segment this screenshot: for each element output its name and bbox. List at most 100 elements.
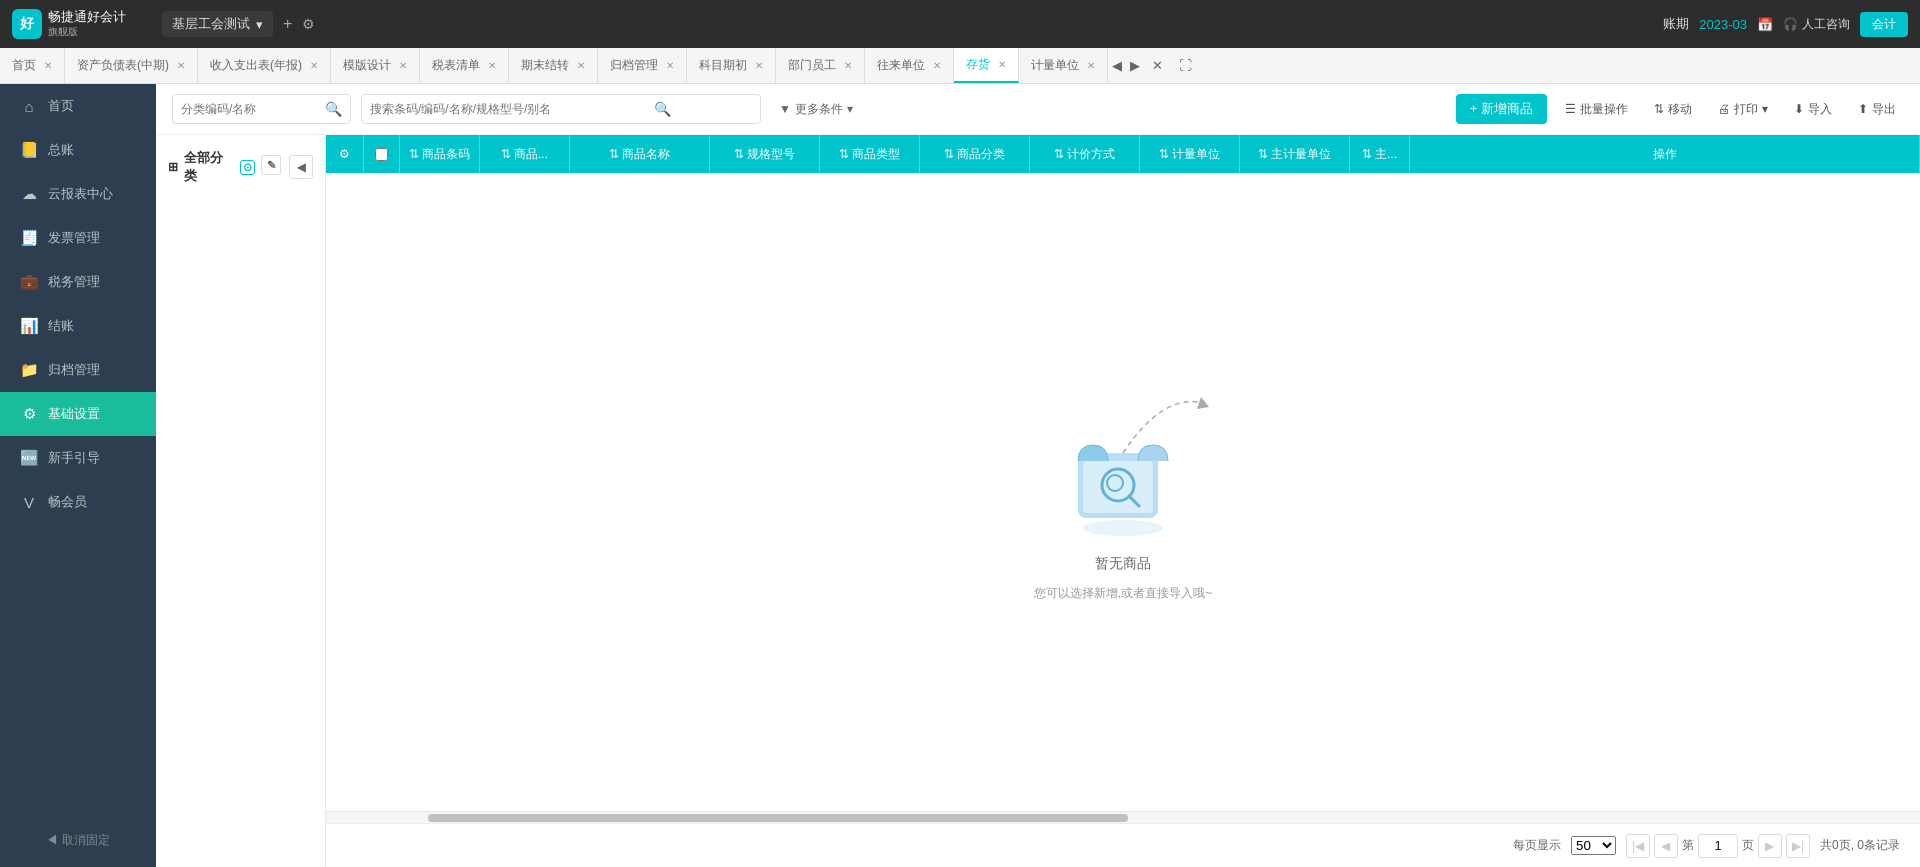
- sidebar-item-settle[interactable]: 📊 结账: [0, 304, 156, 348]
- import-icon: ⬇: [1794, 102, 1804, 116]
- page-number-input[interactable]: [1698, 834, 1738, 858]
- cancel-fixed-button[interactable]: ◀ 取消固定: [10, 824, 146, 857]
- sidebar-item-tax[interactable]: 💼 税务管理: [0, 260, 156, 304]
- edit-category-button[interactable]: ✎: [261, 155, 281, 175]
- tab-unit[interactable]: 计量单位 ✕: [1019, 48, 1108, 83]
- empty-state: 暂无商品 您可以选择新增,或者直接导入哦~: [1033, 383, 1213, 602]
- product-search-icon[interactable]: 🔍: [654, 101, 671, 117]
- horizontal-scrollbar[interactable]: [326, 811, 1920, 823]
- th-product-type[interactable]: ⇅ 商品类型: [820, 135, 920, 173]
- category-search[interactable]: 🔍: [172, 94, 351, 124]
- import-button[interactable]: ⬇ 导入: [1786, 97, 1840, 122]
- close-tab-dept[interactable]: ✕: [844, 60, 852, 71]
- more-filter-button[interactable]: ▼ 更多条件 ▾: [771, 97, 861, 122]
- category-grid-icon: ⊞: [168, 160, 178, 174]
- th-spec[interactable]: ⇅ 规格型号: [710, 135, 820, 173]
- sidebar-item-settings[interactable]: ⚙ 基础设置: [0, 392, 156, 436]
- all-categories[interactable]: ⊞ 全部分类 ⊙ ✎ ◀: [156, 143, 325, 191]
- close-tab-home[interactable]: ✕: [44, 60, 52, 71]
- sidebar-item-guide[interactable]: 🆕 新手引导: [0, 436, 156, 480]
- next-page-button[interactable]: ▶: [1758, 834, 1782, 858]
- th-main-unit[interactable]: ⇅ 主计量单位: [1240, 135, 1350, 173]
- reports-icon: ☁: [20, 185, 38, 203]
- th-barcode[interactable]: ⇅ 商品条码: [400, 135, 480, 173]
- app-edition: 旗舰版: [48, 25, 126, 39]
- print-button[interactable]: 🖨 打印 ▾: [1710, 97, 1776, 122]
- tab-inventory[interactable]: 存货 ✕: [954, 48, 1019, 83]
- company-selector[interactable]: 基层工会测试 ▾: [162, 11, 273, 37]
- sidebar-item-member[interactable]: V 畅会员: [0, 480, 156, 524]
- main-content: ⌂ 首页 📒 总账 ☁ 云报表中心 🧾 发票管理 💼 税务管理 📊 结账 📁 归…: [0, 84, 1920, 867]
- empty-title: 暂无商品: [1095, 555, 1151, 573]
- sidebar-item-home[interactable]: ⌂ 首页: [0, 84, 156, 128]
- th-unit[interactable]: ⇅ 计量单位: [1140, 135, 1240, 173]
- product-search[interactable]: 🔍: [361, 94, 761, 124]
- th-product-code[interactable]: ⇅ 商品...: [480, 135, 570, 173]
- help-button[interactable]: 🎧 人工咨询: [1783, 16, 1850, 33]
- invoice-icon: 🧾: [20, 229, 38, 247]
- sidebar-bottom: ◀ 取消固定: [0, 814, 156, 867]
- settings-icon[interactable]: ⚙: [302, 16, 315, 32]
- close-tab-unit[interactable]: ✕: [1087, 60, 1095, 71]
- sidebar-item-ledger[interactable]: 📒 总账: [0, 128, 156, 172]
- add-product-button[interactable]: + 新增商品: [1456, 94, 1547, 124]
- sidebar-item-archive[interactable]: 📁 归档管理: [0, 348, 156, 392]
- page-navigation: |◀ ◀ 第 页 ▶ ▶|: [1626, 834, 1810, 858]
- th-settings[interactable]: ⚙: [326, 135, 364, 173]
- tab-balance-sheet[interactable]: 资产负债表(中期) ✕: [65, 48, 198, 83]
- close-tab-balance[interactable]: ✕: [177, 60, 185, 71]
- tab-period-transfer[interactable]: 期末结转 ✕: [509, 48, 598, 83]
- prev-page-button[interactable]: ◀: [1654, 834, 1678, 858]
- close-tab-income[interactable]: ✕: [310, 60, 318, 71]
- close-all-tabs-button[interactable]: ✕: [1144, 58, 1171, 73]
- close-tab-period[interactable]: ✕: [577, 60, 585, 71]
- content-area: ⊞ 全部分类 ⊙ ✎ ◀ ⚙ ⇅: [156, 135, 1920, 867]
- tab-archive[interactable]: 归档管理 ✕: [598, 48, 687, 83]
- category-search-icon[interactable]: 🔍: [325, 101, 342, 117]
- tab-subject-init[interactable]: 科目期初 ✕: [687, 48, 776, 83]
- tab-template[interactable]: 模版设计 ✕: [331, 48, 420, 83]
- th-product-category[interactable]: ⇅ 商品分类: [920, 135, 1030, 173]
- category-sidebar: ⊞ 全部分类 ⊙ ✎ ◀: [156, 135, 326, 867]
- sidebar-item-reports[interactable]: ☁ 云报表中心: [0, 172, 156, 216]
- export-button[interactable]: ⬆ 导出: [1850, 97, 1904, 122]
- collapse-category-button[interactable]: ◀: [289, 155, 313, 179]
- settings-sidebar-icon: ⚙: [20, 405, 38, 423]
- product-search-input[interactable]: [370, 102, 650, 116]
- sidebar-item-invoice[interactable]: 🧾 发票管理: [0, 216, 156, 260]
- tab-tax[interactable]: 税表清单 ✕: [420, 48, 509, 83]
- th-product-name[interactable]: ⇅ 商品名称: [570, 135, 710, 173]
- first-page-button[interactable]: |◀: [1626, 834, 1650, 858]
- svg-point-1: [1083, 520, 1163, 536]
- tab-prev-button[interactable]: ◀: [1108, 58, 1126, 73]
- th-extra[interactable]: ⇅ 主...: [1350, 135, 1410, 173]
- tab-counterparty[interactable]: 往来单位 ✕: [865, 48, 954, 83]
- close-tab-template[interactable]: ✕: [399, 60, 407, 71]
- close-tab-subject[interactable]: ✕: [755, 60, 763, 71]
- tab-home[interactable]: 首页 ✕: [0, 48, 65, 83]
- close-tab-archive[interactable]: ✕: [666, 60, 674, 71]
- tab-next-button[interactable]: ▶: [1126, 58, 1144, 73]
- close-tab-tax[interactable]: ✕: [488, 60, 496, 71]
- per-page-select[interactable]: 50 100 200: [1571, 836, 1616, 855]
- tab-income[interactable]: 收入支出表(年报) ✕: [198, 48, 331, 83]
- select-all-checkbox[interactable]: [375, 148, 388, 161]
- close-tab-counterparty[interactable]: ✕: [933, 60, 941, 71]
- top-bar-actions: 账期 2023-03 📅 🎧 人工咨询 会计: [1663, 12, 1908, 37]
- calendar-icon[interactable]: 📅: [1757, 17, 1773, 32]
- close-tab-inventory[interactable]: ✕: [998, 59, 1006, 70]
- move-button[interactable]: ⇅ 移动: [1646, 97, 1700, 122]
- account-button[interactable]: 会计: [1860, 12, 1908, 37]
- tab-dept-staff[interactable]: 部门员工 ✕: [776, 48, 865, 83]
- add-tab-button[interactable]: +: [283, 15, 292, 33]
- batch-operation-button[interactable]: ☰ 批量操作: [1557, 97, 1636, 122]
- category-search-input[interactable]: [181, 102, 321, 116]
- last-page-button[interactable]: ▶|: [1786, 834, 1810, 858]
- scroll-thumb[interactable]: [428, 814, 1128, 822]
- sort-extra-icon: ⇅: [1362, 147, 1372, 161]
- th-price-method[interactable]: ⇅ 计价方式: [1030, 135, 1140, 173]
- sidebar: ⌂ 首页 📒 总账 ☁ 云报表中心 🧾 发票管理 💼 税务管理 📊 结账 📁 归…: [0, 84, 156, 867]
- page-label: 第: [1682, 837, 1694, 854]
- th-checkbox[interactable]: [364, 135, 400, 173]
- expand-tab-button[interactable]: ⛶: [1171, 58, 1200, 73]
